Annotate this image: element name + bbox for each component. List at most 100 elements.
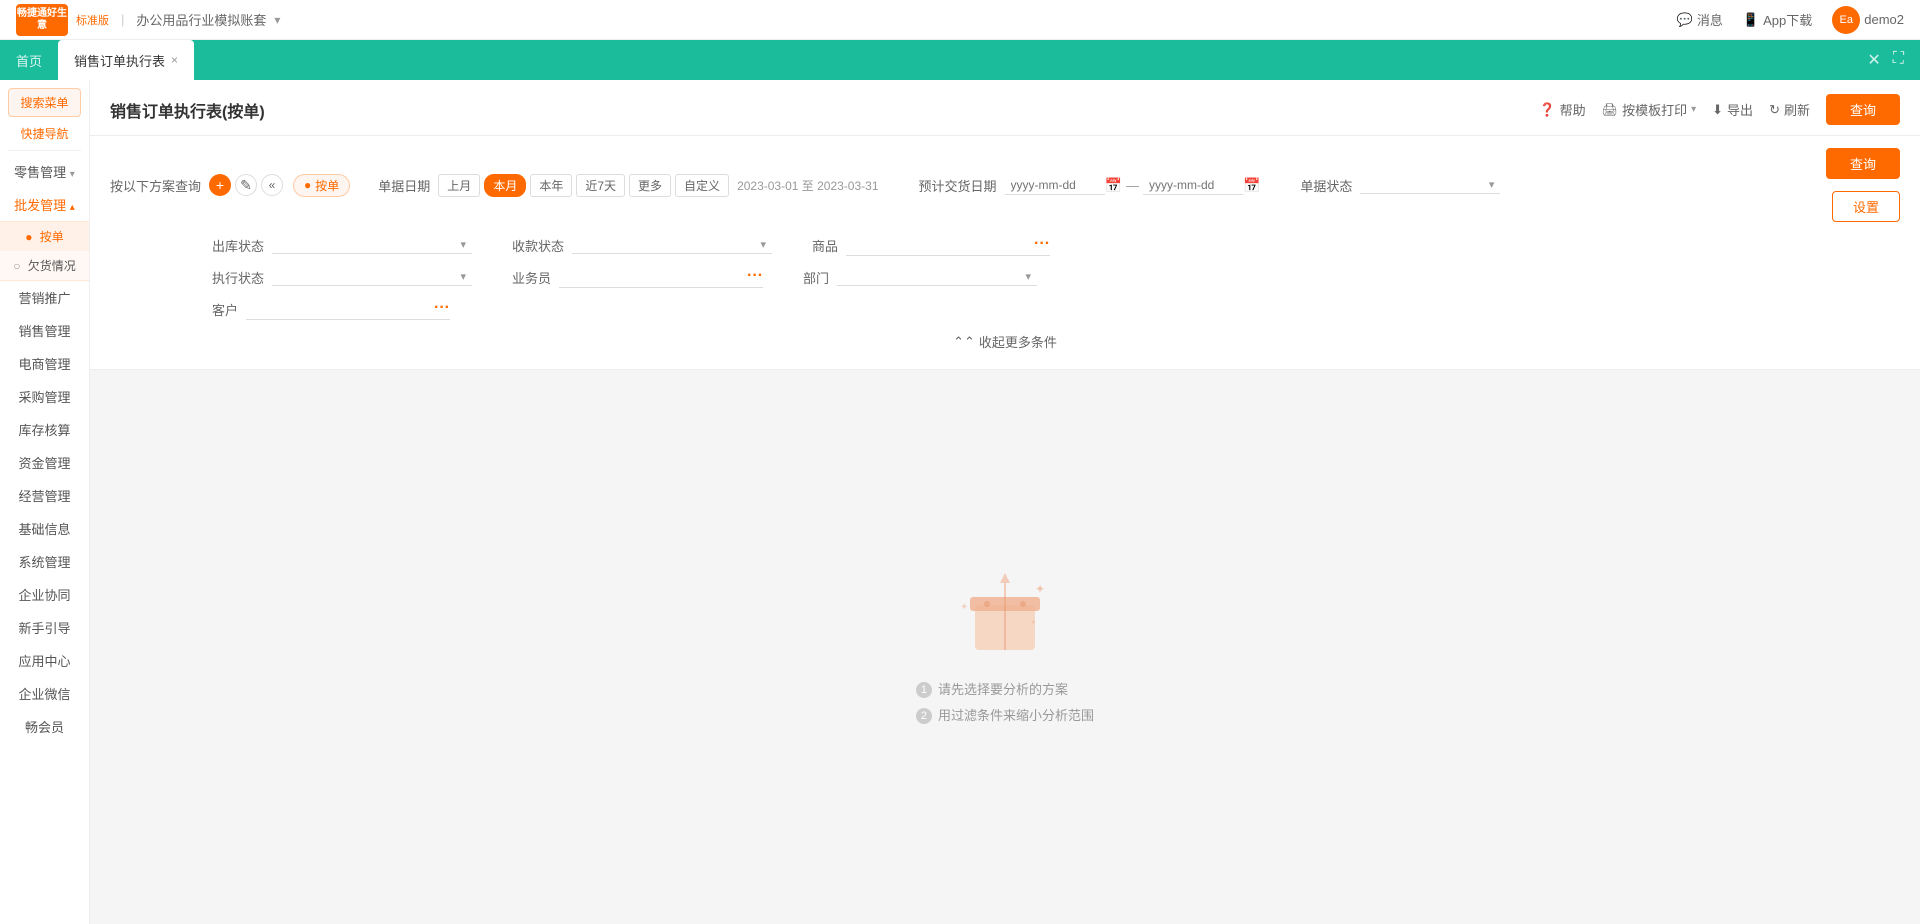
refresh-label: 刷新 [1784,100,1810,119]
tip-num-2: 2 [916,708,932,724]
sidebar-item-corpwx[interactable]: 企业微信 [0,677,89,710]
payment-status-select[interactable]: ▾ [572,236,772,254]
add-scheme-btn[interactable]: + [209,174,231,196]
tab-close-icon[interactable]: × [171,53,178,67]
date-cur-month-btn[interactable]: 本月 [484,174,526,197]
sidebar-item-basic-label: 基础信息 [18,522,70,537]
fullscreen-icon[interactable]: ⛶ [1893,50,1904,70]
salesman-input[interactable] [559,266,747,285]
dept-select[interactable]: ▾ [837,268,1037,286]
collapse-more-btn[interactable]: ⌃⌃ 收起更多条件 [110,326,1900,357]
tip-row-1: 1 请先选择要分析的方案 [916,677,1094,703]
delivery-status-select[interactable]: ▾ [272,236,472,254]
page-title: 销售订单执行表(按单) [110,98,265,122]
sidebar-item-finance[interactable]: 资金管理 [0,446,89,479]
sidebar-item-member-label: 畅会员 [25,720,64,735]
sidebar-item-ecom[interactable]: 电商管理 [0,347,89,380]
exec-status-select[interactable]: ▾ [272,268,472,286]
expected-delivery-end[interactable] [1143,176,1243,195]
date-prev-month-btn[interactable]: 上月 [438,174,480,197]
calendar-icon-end[interactable]: 📅 [1243,177,1260,194]
export-btn[interactable]: ⬇ 导出 [1712,100,1753,119]
active-scheme-tag[interactable]: ● 按单 [293,174,350,197]
status-arrow: ▾ [1489,178,1495,191]
tip-row-2: 2 用过滤条件来缩小分析范围 [916,703,1094,729]
edit-scheme-btn[interactable]: ✎ [235,174,257,196]
date-sep: — [1122,178,1143,193]
calendar-icon-start[interactable]: 📅 [1105,177,1122,194]
sidebar-item-basic[interactable]: 基础信息 [0,512,89,545]
sub-item-debt-label: 欠货情况 [28,259,76,273]
search-btn[interactable]: 查询 [1826,94,1900,125]
tip-num-1: 1 [916,682,932,698]
tab-active-label: 销售订单执行表 [74,51,165,70]
sidebar-item-operation[interactable]: 经营管理 [0,479,89,512]
sidebar-item-ecom-label: 电商管理 [18,357,70,372]
date-label: 单据日期 [378,176,430,195]
sidebar-item-corpwx-label: 企业微信 [18,687,70,702]
customer-input[interactable] [246,298,434,317]
svg-text:✦: ✦ [1030,618,1037,627]
sidebar-item-newbie[interactable]: 新手引导 [0,611,89,644]
tab-home[interactable]: 首页 [0,40,58,80]
date-range-text: 2023-03-01 至 2023-03-31 [737,177,878,194]
close-window-icon[interactable]: ✕ [1867,50,1880,70]
status-select[interactable]: ▾ [1360,176,1500,194]
sidebar-item-enterprise[interactable]: 企业协同 [0,578,89,611]
quick-nav-btn[interactable]: 快捷导航 [0,121,89,146]
exec-status-label: 执行状态 [212,268,264,287]
sidebar-sub-item-debt[interactable]: ○ 欠货情况 [0,251,89,280]
tab-bar-actions: ✕ ⛶ [1867,50,1904,70]
refresh-btn[interactable]: ↻ 刷新 [1769,100,1810,119]
date-quick-group: 上月 本月 本年 近7天 更多 自定义 [438,174,729,197]
user-profile-btn[interactable]: Ea demo2 [1832,6,1904,34]
tab-active[interactable]: 销售订单执行表 × [58,40,194,80]
top-bar-right: 💬 消息 📱 App下载 Ea demo2 [1677,6,1904,34]
sidebar-item-appstore[interactable]: 应用中心 [0,644,89,677]
goods-input[interactable] [846,234,1034,253]
app-download-btn[interactable]: 📱 App下载 [1743,10,1812,29]
expected-delivery-start[interactable] [1005,176,1105,195]
print-icon: 🖨 [1602,102,1619,118]
action-buttons-col: 查询 设置 [1826,148,1900,222]
sidebar-item-purchase[interactable]: 采购管理 [0,380,89,413]
customer-picker-btn[interactable]: ··· [434,299,450,317]
help-btn[interactable]: ❓ 帮助 [1539,100,1585,119]
sidebar-item-inventory-label: 库存核算 [18,423,70,438]
goods-picker-btn[interactable]: ··· [1034,235,1050,253]
message-btn[interactable]: 💬 消息 [1677,10,1723,29]
sidebar-sub-item-anorder[interactable]: ● 按单 [0,222,89,251]
sidebar-item-purchase-label: 采购管理 [18,390,70,405]
sidebar-item-retail[interactable]: 零售管理 ▾ [0,155,89,188]
salesman-picker-btn[interactable]: ··· [747,267,763,285]
sidebar: 搜索菜单 快捷导航 零售管理 ▾ 批发管理 ▴ ● 按单 ○ 欠货情况 营销推广 [0,80,90,924]
collapse-scheme-btn[interactable]: « [261,174,283,196]
date-custom-btn[interactable]: 自定义 [675,174,729,197]
sidebar-item-system[interactable]: 系统管理 [0,545,89,578]
sidebar-item-member[interactable]: 畅会员 [0,710,89,743]
empty-illustration: ✦ ✦ ✦ [945,565,1065,665]
svg-text:✦: ✦ [960,602,968,613]
app-download-label: App下载 [1763,10,1812,29]
sidebar-item-inventory[interactable]: 库存核算 [0,413,89,446]
date-7days-btn[interactable]: 近7天 [576,174,625,197]
print-btn[interactable]: 🖨 按模板打印 ▾ [1602,100,1697,119]
sidebar-item-marketing[interactable]: 营销推广 [0,281,89,314]
search-menu-btn[interactable]: 搜索菜单 [8,88,81,117]
date-this-year-btn[interactable]: 本年 [530,174,572,197]
date-more-btn[interactable]: 更多 [629,174,671,197]
customer-label: 客户 [212,300,238,319]
app-subtitle: 标准版 [76,12,109,28]
settings-btn[interactable]: 设置 [1832,191,1900,222]
active-scheme-label: 按单 [315,177,339,194]
search-query-btn[interactable]: 查询 [1826,148,1900,179]
sidebar-item-finance-label: 资金管理 [18,456,70,471]
customer-input-group: ··· [246,298,450,320]
page-header: 销售订单执行表(按单) ❓ 帮助 🖨 按模板打印 ▾ ⬇ 导出 ↻ 刷新 [90,80,1920,136]
sidebar-item-wholesale[interactable]: 批发管理 ▴ [0,188,89,221]
top-title-arrow[interactable]: ▾ [274,13,280,27]
sidebar-item-sales[interactable]: 销售管理 [0,314,89,347]
logo: 畅捷通好生意 [16,4,68,36]
sidebar-item-sales-label: 销售管理 [18,324,70,339]
tip-text-2: 用过滤条件来缩小分析范围 [938,703,1094,729]
